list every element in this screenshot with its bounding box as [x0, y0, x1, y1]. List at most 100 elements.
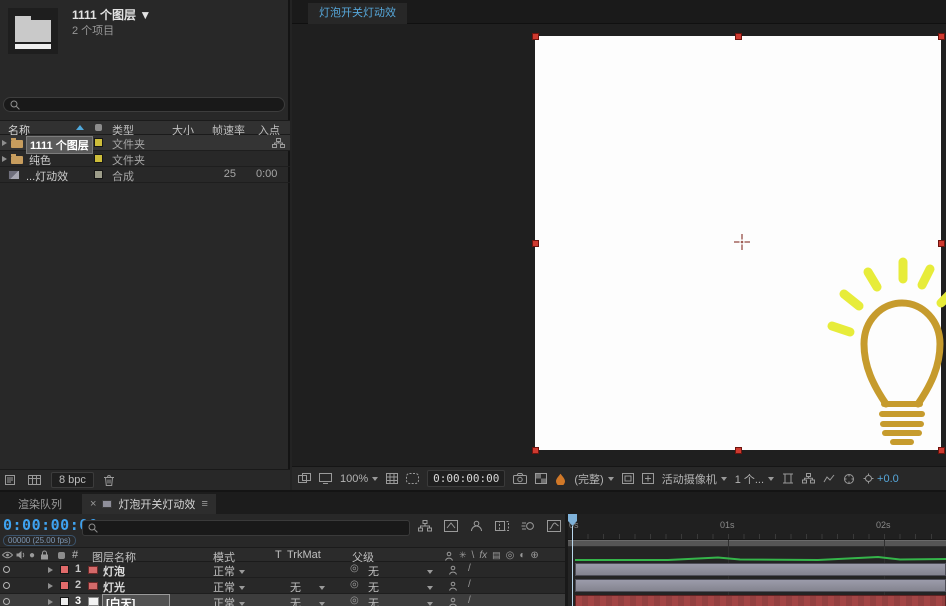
panel-menu-icon[interactable]: ≡	[201, 498, 207, 510]
twirl-arrow[interactable]	[48, 567, 53, 573]
label-swatch[interactable]	[60, 597, 69, 606]
tab-comp-active[interactable]: × 灯泡开关灯动效 ≡	[82, 494, 216, 514]
shy-toggle[interactable]	[448, 565, 458, 575]
table-row[interactable]: 纯色 文件夹	[0, 151, 290, 167]
layer-name[interactable]: 灯泡	[103, 563, 125, 579]
col-t[interactable]: T	[275, 549, 282, 561]
trkmat-select[interactable]: 无	[290, 595, 325, 606]
collapse-header-icon[interactable]: ✳	[459, 550, 467, 561]
quality-header-icon[interactable]: \	[472, 550, 475, 561]
view-layout-select[interactable]: 1 个...	[735, 471, 775, 487]
transparency-grid-icon[interactable]	[535, 473, 548, 484]
layer-row-selected[interactable]: 3 [白天] 正常 无 ◎ 无 /	[0, 594, 565, 606]
flowchart-button-icon[interactable]	[802, 473, 816, 484]
camera-select[interactable]: 活动摄像机	[662, 471, 727, 487]
frame-blend-icon[interactable]	[495, 520, 509, 532]
layer-name[interactable]: 灯光	[103, 579, 125, 595]
edge-handle[interactable]	[735, 447, 742, 454]
shy-toggle[interactable]	[448, 581, 458, 591]
visibility-toggle[interactable]	[3, 566, 10, 573]
frame-blend-header-icon[interactable]: ▤	[492, 550, 501, 561]
project-search-input[interactable]	[24, 98, 278, 111]
twirl-arrow[interactable]	[48, 599, 53, 605]
close-icon[interactable]: ×	[90, 498, 96, 510]
timeline-track-area[interactable]: 0s 01s 02s	[568, 514, 946, 606]
shy-icon[interactable]	[470, 520, 483, 532]
edge-handle[interactable]	[938, 240, 945, 247]
parent-pickwhip-icon[interactable]: ◎	[350, 595, 359, 606]
corner-handle[interactable]	[532, 33, 539, 40]
label-header-icon[interactable]	[58, 552, 65, 559]
channels-icon[interactable]	[555, 473, 566, 485]
visibility-toggle[interactable]	[3, 582, 10, 589]
corner-handle[interactable]	[532, 447, 539, 454]
mode-select[interactable]: 正常	[213, 595, 245, 606]
mode-select[interactable]: 正常	[213, 579, 245, 595]
grid-options-icon[interactable]	[386, 473, 399, 484]
threed-header-icon[interactable]: ⊕	[530, 550, 538, 561]
timeline-search-input[interactable]	[102, 521, 404, 535]
rasterize-toggle[interactable]: /	[468, 563, 471, 574]
fx-header-icon[interactable]: fx	[479, 550, 487, 561]
resolution-select[interactable]: (完整)	[574, 471, 614, 487]
parent-select[interactable]: 无	[368, 579, 433, 595]
shy-toggle[interactable]	[448, 597, 458, 606]
shy-header-icon[interactable]	[444, 551, 454, 561]
cti-line[interactable]	[572, 526, 573, 606]
parent-pickwhip-icon[interactable]: ◎	[350, 563, 359, 574]
new-folder-icon[interactable]	[28, 474, 42, 486]
twirl-icon[interactable]	[2, 156, 7, 162]
edge-handle[interactable]	[532, 240, 539, 247]
edge-handle[interactable]	[735, 33, 742, 40]
label-swatch[interactable]	[60, 581, 69, 590]
camera-snapshot-icon[interactable]	[513, 473, 528, 484]
anchor-point-icon[interactable]	[734, 234, 750, 250]
corner-handle[interactable]	[938, 33, 945, 40]
layer-row[interactable]: 1 灯泡 正常 ◎ 无 /	[0, 562, 565, 578]
viewer-canvas[interactable]	[292, 24, 946, 466]
visibility-toggle[interactable]	[3, 598, 10, 605]
label-swatch[interactable]	[60, 565, 69, 574]
panel-windows-icon[interactable]	[298, 473, 311, 484]
timeline-search[interactable]	[82, 520, 410, 536]
comp-mini-flowchart-icon[interactable]	[418, 520, 432, 532]
layer-row[interactable]: 2 灯光 正常 无 ◎ 无 /	[0, 578, 565, 594]
trkmat-select[interactable]: 无	[290, 579, 325, 595]
layer-name[interactable]: [白天]	[102, 594, 171, 606]
lightbulb-artwork[interactable]	[822, 252, 946, 452]
col-trkmat[interactable]: TrkMat	[287, 549, 321, 561]
label-swatch[interactable]	[94, 138, 103, 147]
tab-render-queue[interactable]: 渲染队列	[18, 496, 62, 512]
project-item-title[interactable]: 1111 个图层 ▼	[72, 6, 151, 23]
label-swatch[interactable]	[94, 154, 103, 163]
zoom-select[interactable]: 100%	[340, 473, 379, 485]
rasterize-toggle[interactable]: /	[468, 579, 471, 590]
parent-select[interactable]: 无	[368, 595, 433, 606]
motion-blur-header-icon[interactable]: ◎	[506, 550, 515, 561]
col-label-icon[interactable]	[95, 124, 102, 131]
interpret-footage-icon[interactable]	[5, 474, 19, 486]
draft3d-icon[interactable]	[444, 520, 458, 532]
graph-editor-icon[interactable]	[547, 520, 561, 532]
parent-select[interactable]: 无	[368, 563, 433, 579]
pixel-aspect-icon[interactable]	[641, 473, 654, 484]
roi-icon[interactable]	[621, 473, 634, 484]
item-name[interactable]: ...灯动效	[26, 168, 68, 184]
viewer-timecode[interactable]: 0:00:00:00	[427, 470, 506, 487]
corner-handle[interactable]	[938, 447, 945, 454]
item-name[interactable]: 纯色	[29, 152, 51, 168]
exposure-control[interactable]: +0.0	[863, 473, 899, 485]
twirl-icon[interactable]	[2, 140, 7, 146]
adjustment-header-icon[interactable]: ◐	[519, 550, 525, 561]
project-search[interactable]	[3, 97, 285, 112]
motion-blur-icon[interactable]	[521, 520, 535, 532]
label-swatch[interactable]	[94, 170, 103, 179]
graph-icon[interactable]	[823, 473, 835, 484]
viewer-tab-comp[interactable]: 灯泡开关灯动效	[308, 3, 407, 24]
twirl-arrow[interactable]	[48, 583, 53, 589]
trash-icon[interactable]	[103, 474, 115, 487]
bpc-button[interactable]: 8 bpc	[51, 472, 94, 488]
rasterize-toggle[interactable]: /	[468, 595, 471, 606]
table-row[interactable]: ...灯动效 合成 25 0:00	[0, 167, 290, 183]
fast-preview-icon[interactable]	[843, 473, 855, 485]
